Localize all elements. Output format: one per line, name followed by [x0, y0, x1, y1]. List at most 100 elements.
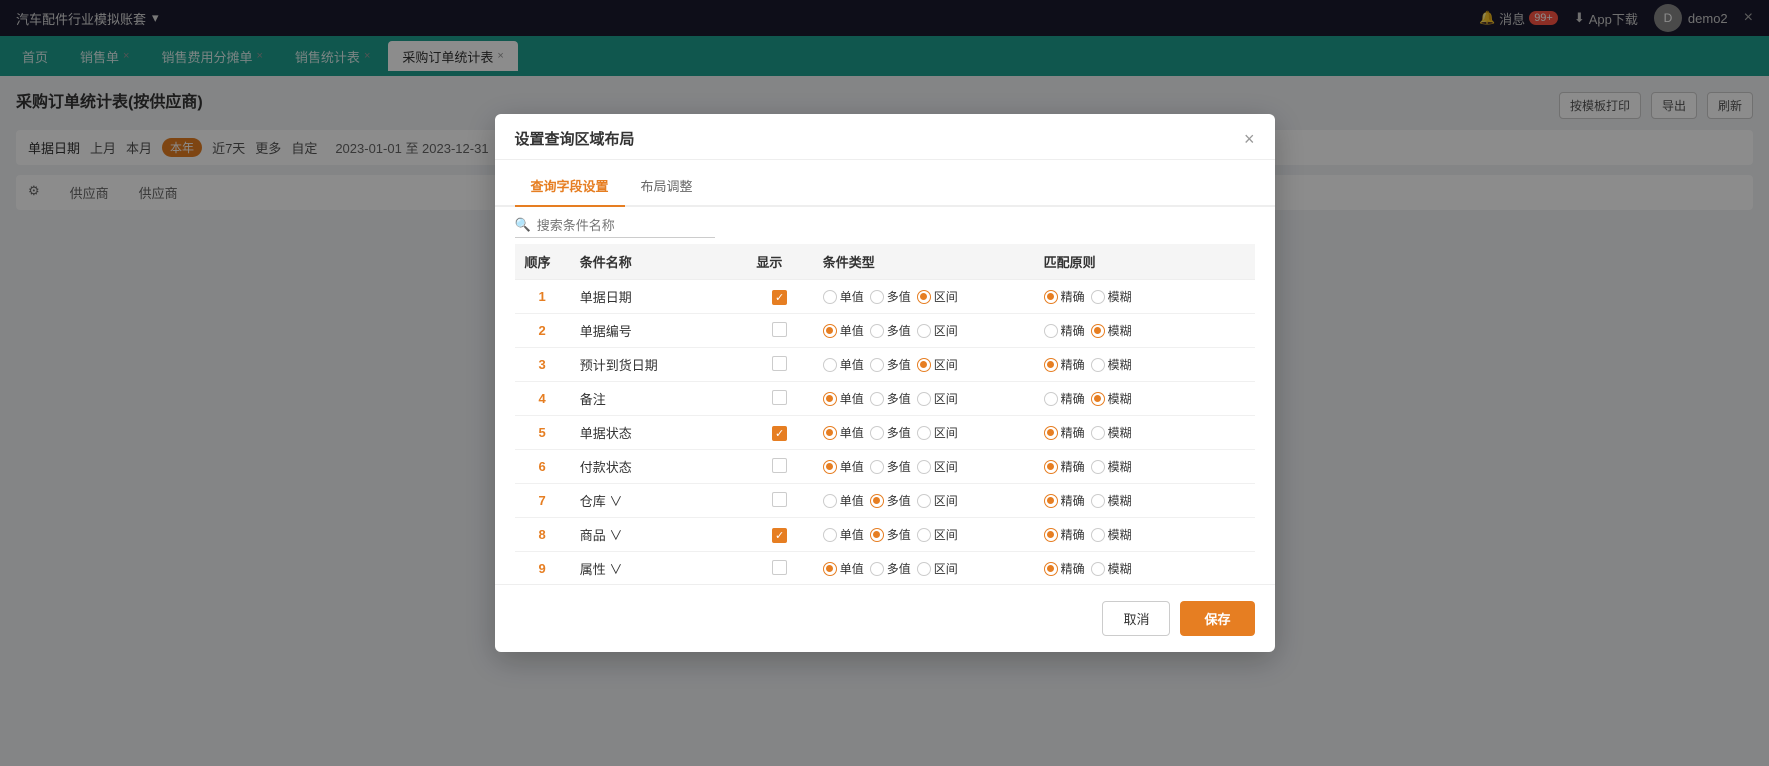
type-radio-item[interactable]: 多值 — [870, 356, 911, 373]
radio-circle — [1091, 290, 1105, 304]
match-radio-item[interactable]: 精确 — [1044, 356, 1085, 373]
type-radio-item[interactable]: 多值 — [870, 390, 911, 407]
type-radio-item[interactable]: 单值 — [823, 560, 864, 577]
type-radio-item[interactable]: 单值 — [823, 356, 864, 373]
match-radio-item[interactable]: 模糊 — [1091, 424, 1132, 441]
match-radio-item[interactable]: 精确 — [1044, 390, 1085, 407]
show-checkbox[interactable] — [772, 322, 787, 337]
cell-type: 单值多值区间 — [813, 314, 1034, 348]
type-radio-item[interactable]: 区间 — [917, 458, 958, 475]
radio-label: 多值 — [887, 458, 911, 475]
cell-show[interactable]: ✓ — [746, 518, 812, 552]
type-radio-item[interactable]: 单值 — [823, 424, 864, 441]
type-radio-item[interactable]: 区间 — [917, 322, 958, 339]
cell-order: 4 — [515, 382, 570, 416]
radio-label: 精确 — [1061, 288, 1085, 305]
cell-show[interactable] — [746, 552, 812, 585]
match-radio-item[interactable]: 模糊 — [1091, 356, 1132, 373]
type-radio-item[interactable]: 区间 — [917, 526, 958, 543]
show-checkbox[interactable]: ✓ — [772, 290, 787, 305]
match-radio-item[interactable]: 精确 — [1044, 492, 1085, 509]
show-checkbox[interactable] — [772, 356, 787, 371]
type-radio-item[interactable]: 单值 — [823, 492, 864, 509]
type-radio-item[interactable]: 区间 — [917, 424, 958, 441]
save-button[interactable]: 保存 — [1180, 601, 1254, 636]
cell-show[interactable] — [746, 450, 812, 484]
match-radio-item[interactable]: 模糊 — [1091, 458, 1132, 475]
radio-label: 多值 — [887, 560, 911, 577]
cancel-button[interactable]: 取消 — [1102, 601, 1170, 636]
radio-label: 区间 — [934, 390, 958, 407]
type-radio-item[interactable]: 多值 — [870, 560, 911, 577]
match-radio-item[interactable]: 精确 — [1044, 424, 1085, 441]
show-checkbox[interactable] — [772, 560, 787, 575]
radio-label: 区间 — [934, 288, 958, 305]
th-order: 顺序 — [515, 244, 570, 280]
cell-show[interactable] — [746, 314, 812, 348]
type-radio-item[interactable]: 单值 — [823, 322, 864, 339]
show-checkbox[interactable] — [772, 492, 787, 507]
cell-name: 商品 ∨ — [570, 518, 747, 552]
match-radio-item[interactable]: 精确 — [1044, 560, 1085, 577]
radio-circle — [823, 426, 837, 440]
type-radio-item[interactable]: 单值 — [823, 526, 864, 543]
type-radio-item[interactable]: 多值 — [870, 492, 911, 509]
cell-match: 精确模糊 — [1034, 450, 1255, 484]
table-row: 7仓库 ∨单值多值区间精确模糊 — [515, 484, 1255, 518]
show-checkbox[interactable]: ✓ — [772, 528, 787, 543]
match-radio-item[interactable]: 模糊 — [1091, 322, 1132, 339]
type-radio-item[interactable]: 多值 — [870, 322, 911, 339]
type-radio-item[interactable]: 多值 — [870, 526, 911, 543]
radio-circle — [870, 460, 884, 474]
radio-circle — [823, 494, 837, 508]
match-radio-item[interactable]: 精确 — [1044, 288, 1085, 305]
radio-label: 区间 — [934, 560, 958, 577]
table-row: 4备注 单值多值 区间 精确 模糊 — [515, 382, 1255, 416]
match-radio-item[interactable]: 精确 — [1044, 458, 1085, 475]
cell-show[interactable] — [746, 382, 812, 416]
cell-show[interactable] — [746, 348, 812, 382]
cell-match: 精确 模糊 — [1034, 382, 1255, 416]
match-radio-item[interactable]: 模糊 — [1091, 526, 1132, 543]
radio-circle — [1091, 426, 1105, 440]
cell-show[interactable]: ✓ — [746, 416, 812, 450]
radio-label: 单值 — [840, 560, 864, 577]
type-radio-item[interactable]: 区间 — [917, 356, 958, 373]
show-checkbox[interactable] — [772, 458, 787, 473]
type-radio-item[interactable]: 多值 — [870, 458, 911, 475]
type-radio-item[interactable]: 多值 — [870, 424, 911, 441]
match-radio-item[interactable]: 模糊 — [1091, 492, 1132, 509]
match-radio-item[interactable]: 模糊 — [1091, 560, 1132, 577]
cell-name: 备注 — [570, 382, 747, 416]
type-radio-item[interactable]: 单值 — [823, 390, 864, 407]
type-radio-item[interactable]: 单值 — [823, 458, 864, 475]
cell-show[interactable]: ✓ — [746, 280, 812, 314]
type-radio-item[interactable]: 单值 — [823, 288, 864, 305]
match-radio-item[interactable]: 精确 — [1044, 322, 1085, 339]
match-radio-item[interactable]: 模糊 — [1091, 288, 1132, 305]
type-radio-item[interactable]: 区间 — [917, 560, 958, 577]
cell-type: 单值多值区间 — [813, 518, 1034, 552]
cell-type: 单值多值区间 — [813, 416, 1034, 450]
show-checkbox[interactable] — [772, 390, 787, 405]
type-radio-item[interactable]: 多值 — [870, 288, 911, 305]
cell-show[interactable] — [746, 484, 812, 518]
dialog-body: 顺序 条件名称 显示 条件类型 — [495, 244, 1275, 584]
search-input[interactable] — [537, 218, 697, 233]
search-icon: 🔍 — [515, 217, 531, 233]
type-radio-item[interactable]: 区间 — [917, 390, 958, 407]
match-radio-item[interactable]: 精确 — [1044, 526, 1085, 543]
radio-circle — [870, 324, 884, 338]
type-radio-item[interactable]: 区间 — [917, 288, 958, 305]
match-radio-item[interactable]: 模糊 — [1091, 390, 1132, 407]
tab-layout-adjust[interactable]: 布局调整 — [625, 170, 709, 207]
tab-query-fields[interactable]: 查询字段设置 — [515, 170, 625, 207]
radio-label: 模糊 — [1108, 390, 1132, 407]
cell-match: 精确模糊 — [1034, 314, 1255, 348]
radio-circle — [870, 358, 884, 372]
dialog-close-button[interactable]: × — [1244, 130, 1255, 148]
type-radio-item[interactable]: 区间 — [917, 492, 958, 509]
radio-label: 单值 — [840, 492, 864, 509]
dialog-tabs: 查询字段设置 布局调整 — [495, 160, 1275, 207]
show-checkbox[interactable]: ✓ — [772, 426, 787, 441]
